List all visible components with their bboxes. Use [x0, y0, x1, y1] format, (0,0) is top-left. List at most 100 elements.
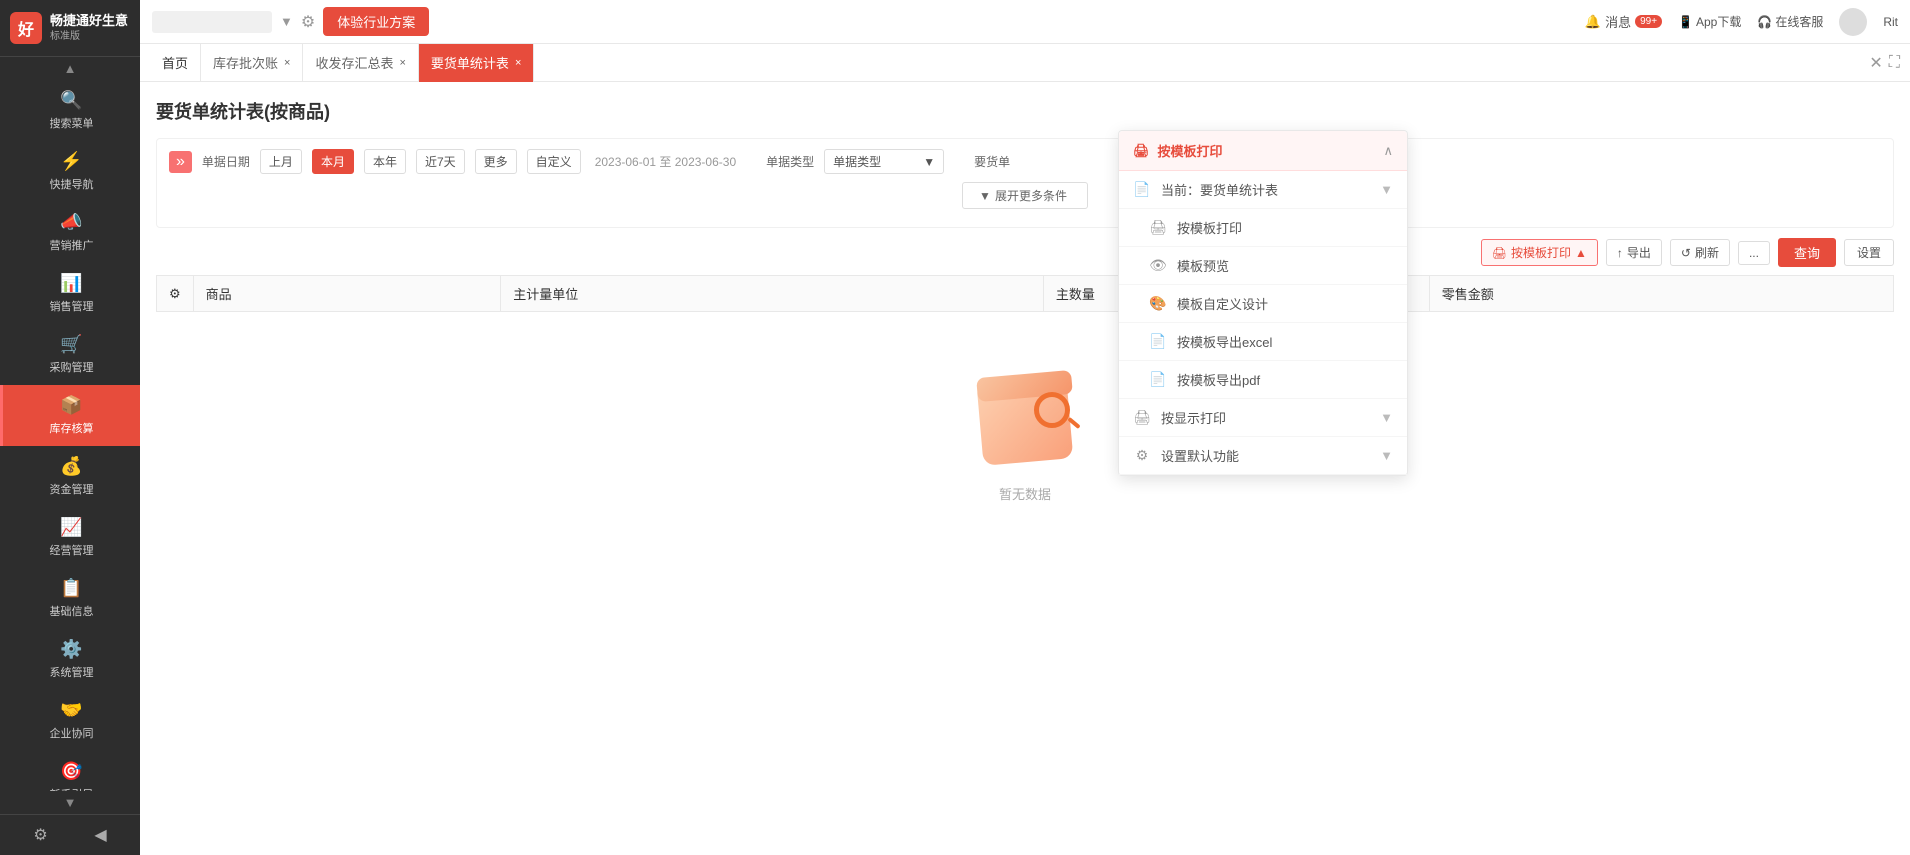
marketing-icon: 📣	[60, 212, 82, 233]
sidebar-item-guide[interactable]: 🎯 新手引导	[0, 751, 140, 791]
window-close-btn[interactable]: ✕	[1869, 53, 1882, 73]
sidebar-item-collab[interactable]: 🤝 企业协同	[0, 690, 140, 751]
username-label[interactable]: Rit	[1883, 15, 1898, 29]
query-btn[interactable]: 查询	[1778, 238, 1836, 267]
filter-expand-btn[interactable]: »	[169, 151, 192, 173]
empty-state: 暂无数据	[156, 312, 1894, 563]
date-btn-more[interactable]: 更多	[475, 149, 517, 174]
current-item-icon: 📄	[1133, 181, 1151, 198]
settings-footer-btn[interactable]: ⚙	[33, 825, 47, 845]
tab-inventory-batch[interactable]: 库存批次账 ×	[201, 44, 303, 82]
date-range-display: 2023-06-01 至 2023-06-30	[595, 153, 736, 170]
dropdown-current-item[interactable]: 📄 当前：要货单统计表 ▼	[1119, 171, 1407, 209]
sidebar-item-inventory[interactable]: 📦 库存核算	[0, 385, 140, 446]
sidebar-item-quick-nav[interactable]: ⚡ 快捷导航	[0, 141, 140, 202]
table-settings-btn[interactable]: 设置	[1844, 239, 1894, 266]
scroll-down-btn[interactable]: ▼	[0, 791, 140, 814]
dropdown-item-display-print[interactable]: 🖨 按显示打印 ▼	[1119, 399, 1407, 437]
template-design-label: 模板自定义设计	[1177, 294, 1268, 313]
tab-order-stats-close[interactable]: ×	[515, 57, 521, 69]
topbar-right: 🔔 消息 99+ 📱 App下载 🎧 在线客服 Rit	[1585, 8, 1898, 36]
dropdown-item-export-pdf[interactable]: 📄 按模板导出pdf	[1119, 361, 1407, 399]
dropdown-item-template-print[interactable]: 🖨 按模板打印	[1119, 209, 1407, 247]
collapse-footer-btn[interactable]: ◀	[94, 825, 106, 845]
sidebar-item-finance[interactable]: 💰 资金管理	[0, 446, 140, 507]
tab-home[interactable]: 首页	[150, 44, 201, 82]
user-avatar[interactable]	[1839, 8, 1867, 36]
topbar-gear-icon[interactable]: ⚙	[301, 12, 315, 32]
collab-icon: 🤝	[60, 700, 82, 721]
dropdown-item-template-design[interactable]: 🎨 模板自定义设计	[1119, 285, 1407, 323]
tab-receipt-summary[interactable]: 收发存汇总表 ×	[303, 44, 418, 82]
default-func-icon: ⚙	[1133, 447, 1151, 464]
sidebar-item-label: 资金管理	[50, 481, 94, 497]
page-title: 要货单统计表(按商品)	[156, 98, 1894, 124]
dropdown-item-export-excel[interactable]: 📄 按模板导出excel	[1119, 323, 1407, 361]
more-btn[interactable]: ...	[1738, 241, 1770, 265]
tab-order-stats[interactable]: 要货单统计表 ×	[419, 44, 534, 82]
purchase-icon: 🛒	[60, 334, 82, 355]
scroll-up-btn[interactable]: ▲	[0, 57, 140, 80]
export-btn[interactable]: ↑ 导出	[1606, 239, 1662, 266]
col-settings[interactable]: ⚙	[157, 276, 194, 312]
notification-label: 消息	[1605, 12, 1631, 31]
sidebar-item-label: 搜索菜单	[50, 115, 94, 131]
bell-icon: 🔔	[1585, 14, 1601, 30]
date-btn-7days[interactable]: 近7天	[416, 149, 465, 174]
inventory-icon: 📦	[60, 395, 82, 416]
order-type-select[interactable]: 单据类型 ▼	[824, 149, 944, 174]
tab-inventory-batch-close[interactable]: ×	[284, 57, 290, 69]
empty-icon	[975, 372, 1075, 472]
trial-btn[interactable]: 体验行业方案	[323, 7, 429, 36]
service-btn[interactable]: 🎧 在线客服	[1757, 13, 1823, 30]
print-btn[interactable]: 🖨 按模板打印 ▲	[1481, 239, 1598, 266]
sidebar-item-sales[interactable]: 📊 销售管理	[0, 263, 140, 324]
date-btn-this-year[interactable]: 本年	[364, 149, 406, 174]
sidebar-item-search[interactable]: 🔍 搜索菜单	[0, 80, 140, 141]
page-body: 要货单统计表(按商品) » 单据日期 上月 本月 本年 近7天 更多 自定义 2…	[140, 82, 1910, 855]
topbar-chevron-icon[interactable]: ▼	[280, 14, 293, 29]
export-label: 导出	[1627, 244, 1651, 261]
topbar-search-input[interactable]	[152, 11, 272, 33]
sidebar-item-label: 销售管理	[50, 298, 94, 314]
expand-more-btn[interactable]: ▼ 展开更多条件	[962, 182, 1088, 209]
dropdown-item-template-preview[interactable]: 👁 模板预览	[1119, 247, 1407, 285]
date-btn-custom[interactable]: 自定义	[527, 149, 581, 174]
service-icon: 🎧	[1757, 15, 1772, 29]
topbar: ▼ ⚙ 体验行业方案 🔔 消息 99+ 📱 App下载 🎧 在线客服 Rit	[140, 0, 1910, 44]
notification-badge: 99+	[1635, 15, 1662, 28]
date-btn-this-month[interactable]: 本月	[312, 149, 354, 174]
tab-home-label: 首页	[162, 53, 188, 72]
printer-icon: 🖨	[1133, 143, 1150, 159]
template-preview-label: 模板预览	[1177, 256, 1229, 275]
operation-icon: 📈	[60, 517, 82, 538]
basic-icon: 📋	[60, 578, 82, 599]
expand-label: 展开更多条件	[995, 187, 1067, 204]
sidebar-item-system[interactable]: ⚙️ 系统管理	[0, 629, 140, 690]
app-name: 畅捷通好生意	[50, 13, 128, 30]
sidebar-item-label: 系统管理	[50, 664, 94, 680]
display-print-arrow-icon: ▼	[1380, 410, 1393, 425]
sidebar-item-basic[interactable]: 📋 基础信息	[0, 568, 140, 629]
download-icon: 📱	[1678, 15, 1693, 29]
toolbar: 🖨 按模板打印 ▲ ↑ 导出 ↺ 刷新 ... 查询 设置	[156, 238, 1894, 267]
filter-area: » 单据日期 上月 本月 本年 近7天 更多 自定义 2023-06-01 至 …	[156, 138, 1894, 228]
date-btn-last-month[interactable]: 上月	[260, 149, 302, 174]
refresh-btn[interactable]: ↺ 刷新	[1670, 239, 1730, 266]
notification-btn[interactable]: 🔔 消息 99+	[1585, 12, 1662, 31]
window-maximize-btn[interactable]: ⛶	[1889, 54, 1900, 72]
tab-receipt-summary-label: 收发存汇总表	[315, 53, 393, 72]
sidebar-item-operation[interactable]: 📈 经营管理	[0, 507, 140, 568]
guide-icon: 🎯	[60, 761, 82, 782]
sidebar-item-purchase[interactable]: 🛒 采购管理	[0, 324, 140, 385]
sidebar-item-marketing[interactable]: 📣 营销推广	[0, 202, 140, 263]
order-type-chevron-icon: ▼	[923, 155, 935, 169]
tab-receipt-summary-close[interactable]: ×	[399, 57, 405, 69]
col-product: 商品	[193, 276, 501, 312]
dropdown-item-default-func[interactable]: ⚙ 设置默认功能 ▼	[1119, 437, 1407, 475]
tab-order-stats-label: 要货单统计表	[431, 53, 509, 72]
download-btn[interactable]: 📱 App下载	[1678, 13, 1741, 30]
tab-inventory-batch-label: 库存批次账	[213, 53, 278, 72]
table-header-row: ⚙ 商品 主计量单位 主数量 零售金额	[157, 276, 1894, 312]
dropdown-collapse-btn[interactable]: ∧	[1383, 143, 1393, 159]
